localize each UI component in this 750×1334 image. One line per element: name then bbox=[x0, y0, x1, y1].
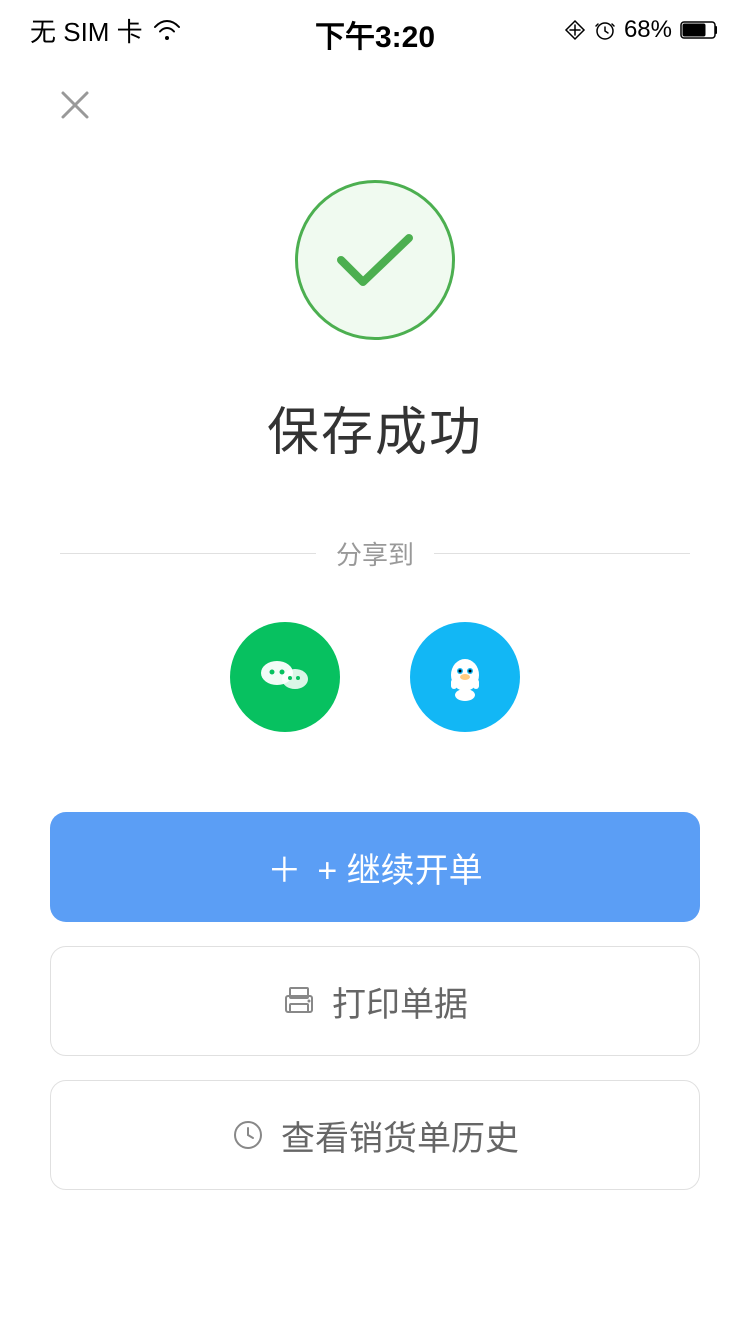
history-icon bbox=[231, 1118, 265, 1152]
qq-icon bbox=[435, 647, 495, 707]
history-label: 查看销货单历史 bbox=[281, 1111, 519, 1160]
wechat-icon bbox=[255, 647, 315, 707]
status-left: 无 SIM 卡 bbox=[30, 12, 181, 49]
close-button[interactable] bbox=[50, 80, 100, 130]
location-icon bbox=[564, 19, 586, 41]
share-section: 分享到 bbox=[0, 535, 750, 732]
history-button[interactable]: 查看销货单历史 bbox=[50, 1080, 700, 1190]
battery-label: 68% bbox=[624, 16, 672, 44]
continue-order-button[interactable]: ＋ + 继续开单 bbox=[50, 812, 700, 922]
success-title: 保存成功 bbox=[267, 390, 483, 465]
wechat-share-button[interactable] bbox=[230, 622, 340, 732]
print-button[interactable]: 打印单据 bbox=[50, 946, 700, 1056]
battery-icon bbox=[680, 19, 720, 41]
wifi-icon bbox=[153, 19, 181, 41]
share-divider: 分享到 bbox=[0, 535, 750, 572]
share-label: 分享到 bbox=[336, 535, 414, 572]
checkmark-icon bbox=[335, 230, 415, 290]
success-circle bbox=[295, 180, 455, 340]
status-right: 68% bbox=[564, 16, 720, 44]
divider-left bbox=[60, 553, 316, 554]
success-section: 保存成功 bbox=[0, 180, 750, 465]
continue-icon: ＋ bbox=[267, 843, 301, 892]
divider-right bbox=[434, 553, 690, 554]
status-time: 下午3:20 bbox=[315, 12, 435, 56]
action-section: ＋ + 继续开单 打印单据 查看销货单历史 bbox=[0, 812, 750, 1190]
close-icon bbox=[57, 87, 93, 123]
continue-label: + 继续开单 bbox=[317, 843, 482, 892]
alarm-icon bbox=[594, 19, 616, 41]
status-bar: 无 SIM 卡 下午3:20 68% bbox=[0, 0, 750, 60]
share-icons-row bbox=[230, 622, 520, 732]
print-label: 打印单据 bbox=[332, 977, 468, 1026]
qq-share-button[interactable] bbox=[410, 622, 520, 732]
sim-label: 无 SIM 卡 bbox=[30, 12, 143, 49]
print-icon bbox=[282, 984, 316, 1018]
